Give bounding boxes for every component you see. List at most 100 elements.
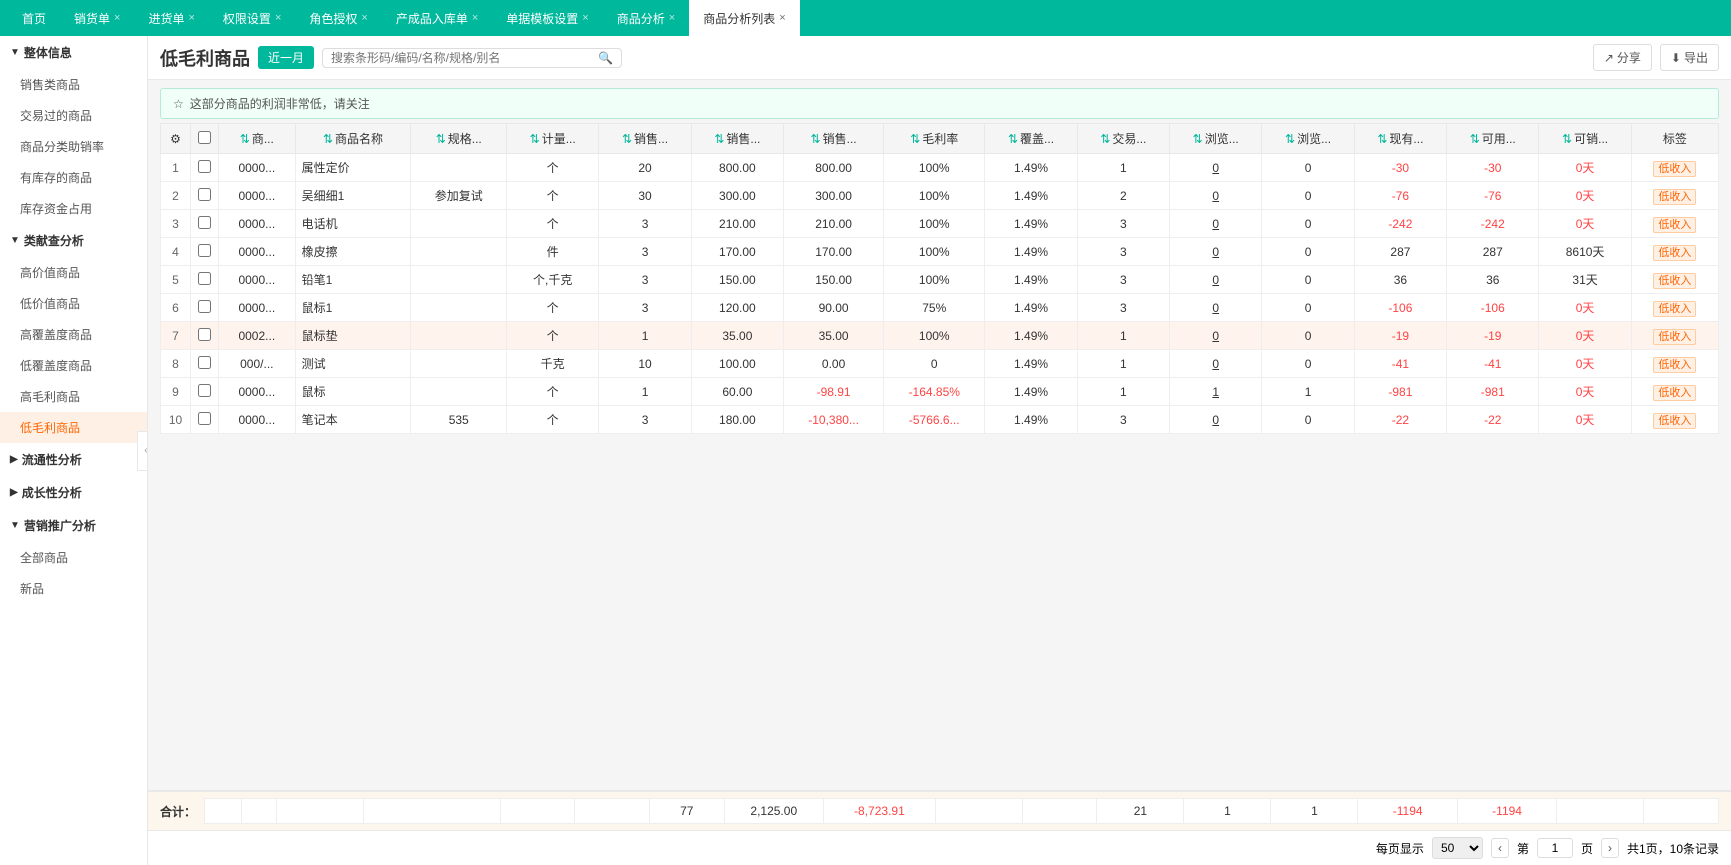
row-checkbox[interactable]: [191, 378, 219, 406]
sidebar-item-all-products[interactable]: 全部商品: [0, 542, 147, 573]
sidebar-item-low-margin[interactable]: 低毛利商品: [0, 412, 147, 443]
sidebar-section-liquidity[interactable]: ▶ 流通性分析: [0, 443, 147, 476]
prev-page-button[interactable]: ‹: [1491, 838, 1509, 858]
time-filter-button[interactable]: 近一月: [258, 46, 314, 69]
row-checkbox[interactable]: [191, 406, 219, 434]
row-spec: [411, 266, 507, 294]
row-views1[interactable]: 0: [1170, 266, 1262, 294]
settings-icon[interactable]: ⚙: [170, 132, 181, 146]
row-saleable: 8610天: [1539, 238, 1631, 266]
close-icon[interactable]: ×: [361, 12, 367, 24]
col-saleable-header[interactable]: ⇅可销...: [1539, 124, 1631, 154]
row-checkbox[interactable]: [191, 322, 219, 350]
col-coverage-header[interactable]: ⇅覆盖...: [985, 124, 1077, 154]
row-coverage: 1.49%: [985, 210, 1077, 238]
row-checkbox[interactable]: [191, 238, 219, 266]
sidebar-collapse-button[interactable]: «: [137, 431, 148, 471]
sidebar-item-high-margin[interactable]: 高毛利商品: [0, 381, 147, 412]
close-icon[interactable]: ×: [582, 12, 588, 24]
row-checkbox[interactable]: [191, 182, 219, 210]
col-views2-header[interactable]: ⇅浏览...: [1262, 124, 1354, 154]
sidebar-item-traded-products[interactable]: 交易过的商品: [0, 100, 147, 131]
close-icon[interactable]: ×: [472, 12, 478, 24]
row-views1[interactable]: 0: [1170, 322, 1262, 350]
col-sales-profit-header[interactable]: ⇅销售...: [784, 124, 884, 154]
export-button[interactable]: ⬇ 导出: [1660, 44, 1719, 71]
col-trade-header[interactable]: ⇅交易...: [1077, 124, 1169, 154]
row-views2: 0: [1262, 182, 1354, 210]
row-available: 287: [1447, 238, 1539, 266]
per-page-select[interactable]: 50 100 200: [1432, 837, 1483, 859]
row-current: -981: [1354, 378, 1446, 406]
row-views1[interactable]: 0: [1170, 210, 1262, 238]
col-unit-header[interactable]: ⇅计量...: [507, 124, 599, 154]
col-settings[interactable]: ⚙: [161, 124, 191, 154]
close-icon[interactable]: ×: [669, 12, 675, 24]
row-views1[interactable]: 0: [1170, 238, 1262, 266]
search-icon[interactable]: 🔍: [598, 51, 613, 65]
sidebar-item-high-value[interactable]: 高价值商品: [0, 257, 147, 288]
row-checkbox[interactable]: [191, 154, 219, 182]
col-sales-price-header[interactable]: ⇅销售...: [691, 124, 783, 154]
row-views1[interactable]: 1: [1170, 378, 1262, 406]
close-icon[interactable]: ×: [275, 12, 281, 24]
sidebar-section-overall[interactable]: ▼ 整体信息: [0, 36, 147, 69]
share-button[interactable]: ↗ 分享: [1593, 44, 1652, 71]
close-icon[interactable]: ×: [779, 12, 785, 24]
row-checkbox[interactable]: [191, 294, 219, 322]
row-views2: 0: [1262, 406, 1354, 434]
nav-purchase-order[interactable]: 进货单 ×: [134, 0, 208, 36]
top-navigation: 首页 销货单 × 进货单 × 权限设置 × 角色授权 × 产成品入库单 × 单据…: [0, 0, 1731, 36]
sidebar-section-growth[interactable]: ▶ 成长性分析: [0, 476, 147, 509]
sidebar-section-sku-analysis[interactable]: ▼ 类献查分析: [0, 224, 147, 257]
pagination-bar: 每页显示 50 100 200 ‹ 第 页 › 共1页，10条记录: [148, 830, 1731, 865]
close-icon[interactable]: ×: [188, 12, 194, 24]
row-views1[interactable]: 0: [1170, 294, 1262, 322]
footer-total-row: 合计： 77 2,125.00 -8,723.91 21 1 1: [148, 790, 1731, 830]
row-views1[interactable]: 0: [1170, 406, 1262, 434]
col-spec-header[interactable]: ⇅规格...: [411, 124, 507, 154]
close-icon[interactable]: ×: [114, 12, 120, 24]
col-available-header[interactable]: ⇅可用...: [1447, 124, 1539, 154]
row-current: -242: [1354, 210, 1446, 238]
col-sales-count-header[interactable]: ⇅销售...: [599, 124, 691, 154]
sidebar-item-high-coverage[interactable]: 高覆盖度商品: [0, 319, 147, 350]
row-checkbox[interactable]: [191, 266, 219, 294]
select-all-checkbox[interactable]: [198, 131, 211, 144]
next-page-button[interactable]: ›: [1601, 838, 1619, 858]
row-available: -76: [1447, 182, 1539, 210]
nav-sales-order[interactable]: 销货单 ×: [60, 0, 134, 36]
nav-product-storage[interactable]: 产成品入库单 ×: [382, 0, 492, 36]
sidebar-section-marketing[interactable]: ▼ 营销推广分析: [0, 509, 147, 542]
nav-product-analysis[interactable]: 商品分析 ×: [603, 0, 689, 36]
col-name-header[interactable]: ⇅商品名称: [295, 124, 411, 154]
row-checkbox[interactable]: [191, 350, 219, 378]
row-checkbox[interactable]: [191, 210, 219, 238]
col-gross-margin-header[interactable]: ⇅毛利率: [884, 124, 985, 154]
row-views1[interactable]: 0: [1170, 182, 1262, 210]
col-views1-header[interactable]: ⇅浏览...: [1170, 124, 1262, 154]
sidebar-item-low-value[interactable]: 低价值商品: [0, 288, 147, 319]
chevron-down-icon: ▼: [10, 520, 20, 531]
sidebar-item-new-products[interactable]: 新品: [0, 573, 147, 604]
row-views1[interactable]: 0: [1170, 154, 1262, 182]
col-current-header[interactable]: ⇅现有...: [1354, 124, 1446, 154]
total-info: 共1页，10条记录: [1627, 840, 1719, 857]
col-code-header[interactable]: ⇅商...: [219, 124, 296, 154]
row-views1[interactable]: 0: [1170, 350, 1262, 378]
search-input[interactable]: [331, 51, 594, 65]
nav-permission-settings[interactable]: 权限设置 ×: [209, 0, 295, 36]
sidebar-item-stock-products[interactable]: 有库存的商品: [0, 162, 147, 193]
page-number-input[interactable]: [1537, 838, 1573, 858]
sidebar-item-stock-capital[interactable]: 库存资金占用: [0, 193, 147, 224]
sidebar-item-category-rate[interactable]: 商品分类助销率: [0, 131, 147, 162]
nav-template-settings[interactable]: 单据模板设置 ×: [492, 0, 602, 36]
sidebar-item-sales-products[interactable]: 销售类商品: [0, 69, 147, 100]
nav-product-analysis-list[interactable]: 商品分析列表 ×: [689, 0, 799, 36]
nav-home[interactable]: 首页: [8, 0, 60, 36]
row-num: 8: [161, 350, 191, 378]
nav-role-auth[interactable]: 角色授权 ×: [295, 0, 381, 36]
row-unit: 个: [507, 210, 599, 238]
col-tag-header[interactable]: 标签: [1631, 124, 1718, 154]
sidebar-item-low-coverage[interactable]: 低覆盖度商品: [0, 350, 147, 381]
